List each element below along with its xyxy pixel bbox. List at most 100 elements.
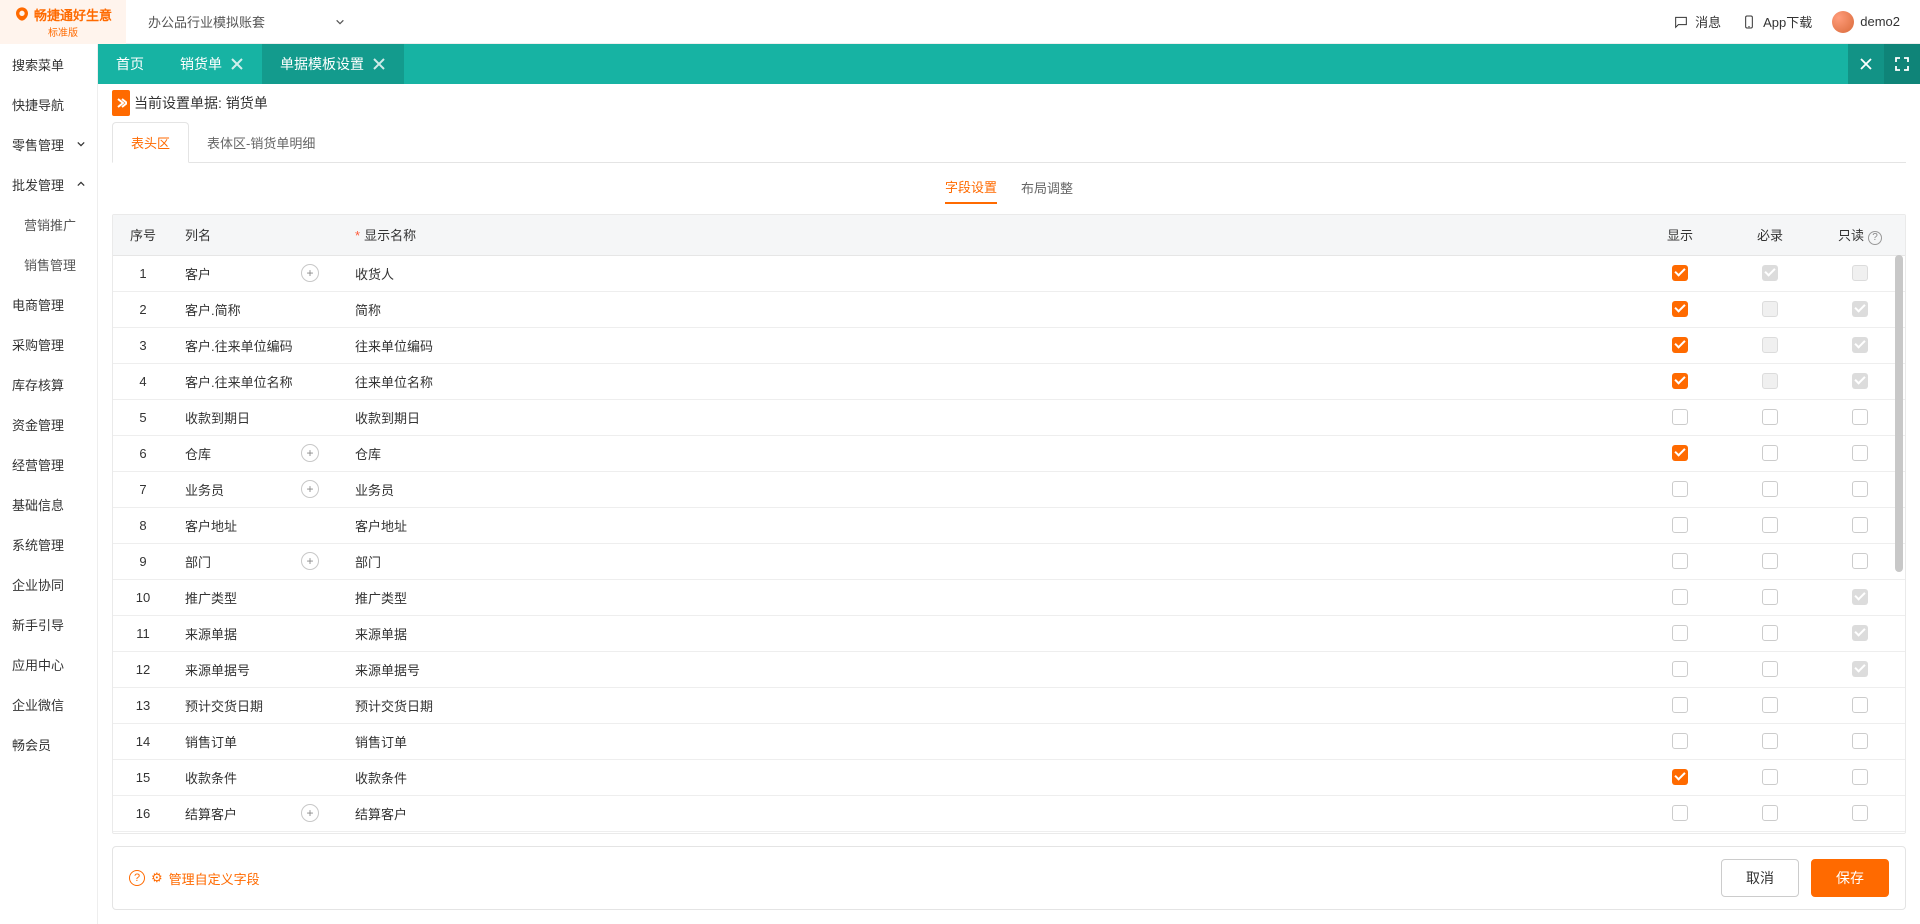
cell-display-name[interactable]: 来源单据号 bbox=[343, 651, 1635, 687]
checkbox[interactable] bbox=[1852, 553, 1868, 569]
checkbox[interactable] bbox=[1672, 517, 1688, 533]
save-button[interactable]: 保存 bbox=[1811, 859, 1889, 897]
checkbox[interactable] bbox=[1762, 445, 1778, 461]
messages-button[interactable]: 消息 bbox=[1673, 12, 1721, 31]
checkbox[interactable] bbox=[1672, 553, 1688, 569]
cell-display-name[interactable]: 客户地址 bbox=[343, 507, 1635, 543]
area-tab[interactable]: 表头区 bbox=[112, 122, 189, 163]
sidebar-item[interactable]: 基础信息 bbox=[0, 484, 97, 524]
ledger-select[interactable]: 办公品行业模拟账套 bbox=[140, 6, 353, 37]
cell-display-name[interactable]: 来源单据 bbox=[343, 615, 1635, 651]
cell-display-name[interactable]: 销售订单 bbox=[343, 723, 1635, 759]
checkbox[interactable] bbox=[1762, 409, 1778, 425]
sidebar-subitem[interactable]: 营销推广 bbox=[0, 204, 97, 244]
checkbox[interactable] bbox=[1762, 661, 1778, 677]
checkbox[interactable] bbox=[1672, 409, 1688, 425]
sidebar-item[interactable]: 企业协同 bbox=[0, 564, 97, 604]
checkbox[interactable] bbox=[1672, 445, 1688, 461]
cell-display-name[interactable]: 推广类型 bbox=[343, 579, 1635, 615]
add-subfield-button[interactable]: + bbox=[301, 444, 319, 462]
cell-display-name[interactable]: 外部订单号 bbox=[343, 831, 1635, 834]
cell-display-name[interactable]: 预计交货日期 bbox=[343, 687, 1635, 723]
sidebar-item[interactable]: 企业微信 bbox=[0, 684, 97, 724]
checkbox[interactable] bbox=[1852, 769, 1868, 785]
checkbox[interactable] bbox=[1672, 589, 1688, 605]
checkbox[interactable] bbox=[1762, 733, 1778, 749]
area-tab[interactable]: 表体区-销货单明细 bbox=[189, 123, 333, 162]
sidebar-subitem[interactable]: 销售管理 bbox=[0, 244, 97, 284]
cell-display-name[interactable]: 收款条件 bbox=[343, 759, 1635, 795]
checkbox[interactable] bbox=[1672, 625, 1688, 641]
checkbox[interactable] bbox=[1852, 697, 1868, 713]
sidebar-item[interactable]: 批发管理 bbox=[0, 164, 97, 204]
sidebar-item[interactable]: 新手引导 bbox=[0, 604, 97, 644]
collapse-handle[interactable] bbox=[112, 90, 130, 116]
close-icon[interactable] bbox=[230, 57, 244, 71]
scrollbar-thumb[interactable] bbox=[1895, 255, 1903, 572]
cell-display-name[interactable]: 简称 bbox=[343, 291, 1635, 327]
checkbox[interactable] bbox=[1672, 481, 1688, 497]
cell-display-name[interactable]: 往来单位编码 bbox=[343, 327, 1635, 363]
checkbox[interactable] bbox=[1852, 733, 1868, 749]
cell-display-name[interactable]: 部门 bbox=[343, 543, 1635, 579]
checkbox[interactable] bbox=[1672, 697, 1688, 713]
cell-display-name[interactable]: 仓库 bbox=[343, 435, 1635, 471]
sidebar-item[interactable]: 系统管理 bbox=[0, 524, 97, 564]
close-icon[interactable] bbox=[372, 57, 386, 71]
custom-fields-link[interactable]: ? ⚙ 管理自定义字段 bbox=[129, 869, 260, 888]
sidebar-item[interactable]: 电商管理 bbox=[0, 284, 97, 324]
checkbox[interactable] bbox=[1762, 625, 1778, 641]
checkbox[interactable] bbox=[1852, 517, 1868, 533]
sidebar-item[interactable]: 零售管理 bbox=[0, 124, 97, 164]
cell-display-name[interactable]: 收货人 bbox=[343, 255, 1635, 291]
sidebar-item[interactable]: 畅会员 bbox=[0, 724, 97, 764]
add-subfield-button[interactable]: + bbox=[301, 552, 319, 570]
sidebar-item[interactable]: 资金管理 bbox=[0, 404, 97, 444]
checkbox[interactable] bbox=[1852, 805, 1868, 821]
sidebar-item[interactable]: 采购管理 bbox=[0, 324, 97, 364]
checkbox[interactable] bbox=[1672, 373, 1688, 389]
checkbox[interactable] bbox=[1762, 481, 1778, 497]
add-subfield-button[interactable]: + bbox=[301, 804, 319, 822]
checkbox[interactable] bbox=[1762, 517, 1778, 533]
help-icon[interactable]: ? bbox=[1868, 231, 1882, 245]
checkbox[interactable] bbox=[1762, 553, 1778, 569]
cell-display-name[interactable]: 结算客户 bbox=[343, 795, 1635, 831]
checkbox[interactable] bbox=[1672, 769, 1688, 785]
checkbox[interactable] bbox=[1762, 589, 1778, 605]
add-subfield-button[interactable]: + bbox=[301, 480, 319, 498]
user-menu[interactable]: demo2 bbox=[1832, 11, 1900, 33]
tab-close-all-button[interactable] bbox=[1848, 44, 1884, 84]
checkbox[interactable] bbox=[1762, 769, 1778, 785]
cell-display-name[interactable]: 往来单位名称 bbox=[343, 363, 1635, 399]
checkbox[interactable] bbox=[1762, 805, 1778, 821]
checkbox[interactable] bbox=[1672, 733, 1688, 749]
checkbox[interactable] bbox=[1672, 301, 1688, 317]
checkbox[interactable] bbox=[1762, 697, 1778, 713]
main-tab[interactable]: 首页 bbox=[98, 44, 162, 84]
app-download-button[interactable]: App下载 bbox=[1741, 12, 1812, 31]
sub-switch-btn[interactable]: 布局调整 bbox=[1021, 178, 1073, 203]
add-subfield-button[interactable]: + bbox=[301, 264, 319, 282]
sidebar-item[interactable]: 库存核算 bbox=[0, 364, 97, 404]
main-tab[interactable]: 单据模板设置 bbox=[262, 44, 404, 84]
sidebar-item[interactable]: 快捷导航 bbox=[0, 84, 97, 124]
checkbox[interactable] bbox=[1852, 409, 1868, 425]
checkbox[interactable] bbox=[1672, 805, 1688, 821]
fullscreen-button[interactable] bbox=[1884, 44, 1920, 84]
cell-display-name[interactable]: 业务员 bbox=[343, 471, 1635, 507]
scrollbar[interactable] bbox=[1895, 255, 1903, 831]
app-logo[interactable]: 畅捷通好生意 标准版 bbox=[0, 0, 126, 44]
sidebar-item[interactable]: 经营管理 bbox=[0, 444, 97, 484]
cell-display-name[interactable]: 收款到期日 bbox=[343, 399, 1635, 435]
checkbox[interactable] bbox=[1852, 445, 1868, 461]
checkbox[interactable] bbox=[1852, 481, 1868, 497]
sidebar-item[interactable]: 应用中心 bbox=[0, 644, 97, 684]
sidebar-item[interactable]: 搜索菜单 bbox=[0, 44, 97, 84]
sub-switch-btn[interactable]: 字段设置 bbox=[945, 177, 997, 204]
checkbox[interactable] bbox=[1672, 337, 1688, 353]
cancel-button[interactable]: 取消 bbox=[1721, 859, 1799, 897]
checkbox[interactable] bbox=[1672, 661, 1688, 677]
main-tab[interactable]: 销货单 bbox=[162, 44, 262, 84]
checkbox[interactable] bbox=[1672, 265, 1688, 281]
